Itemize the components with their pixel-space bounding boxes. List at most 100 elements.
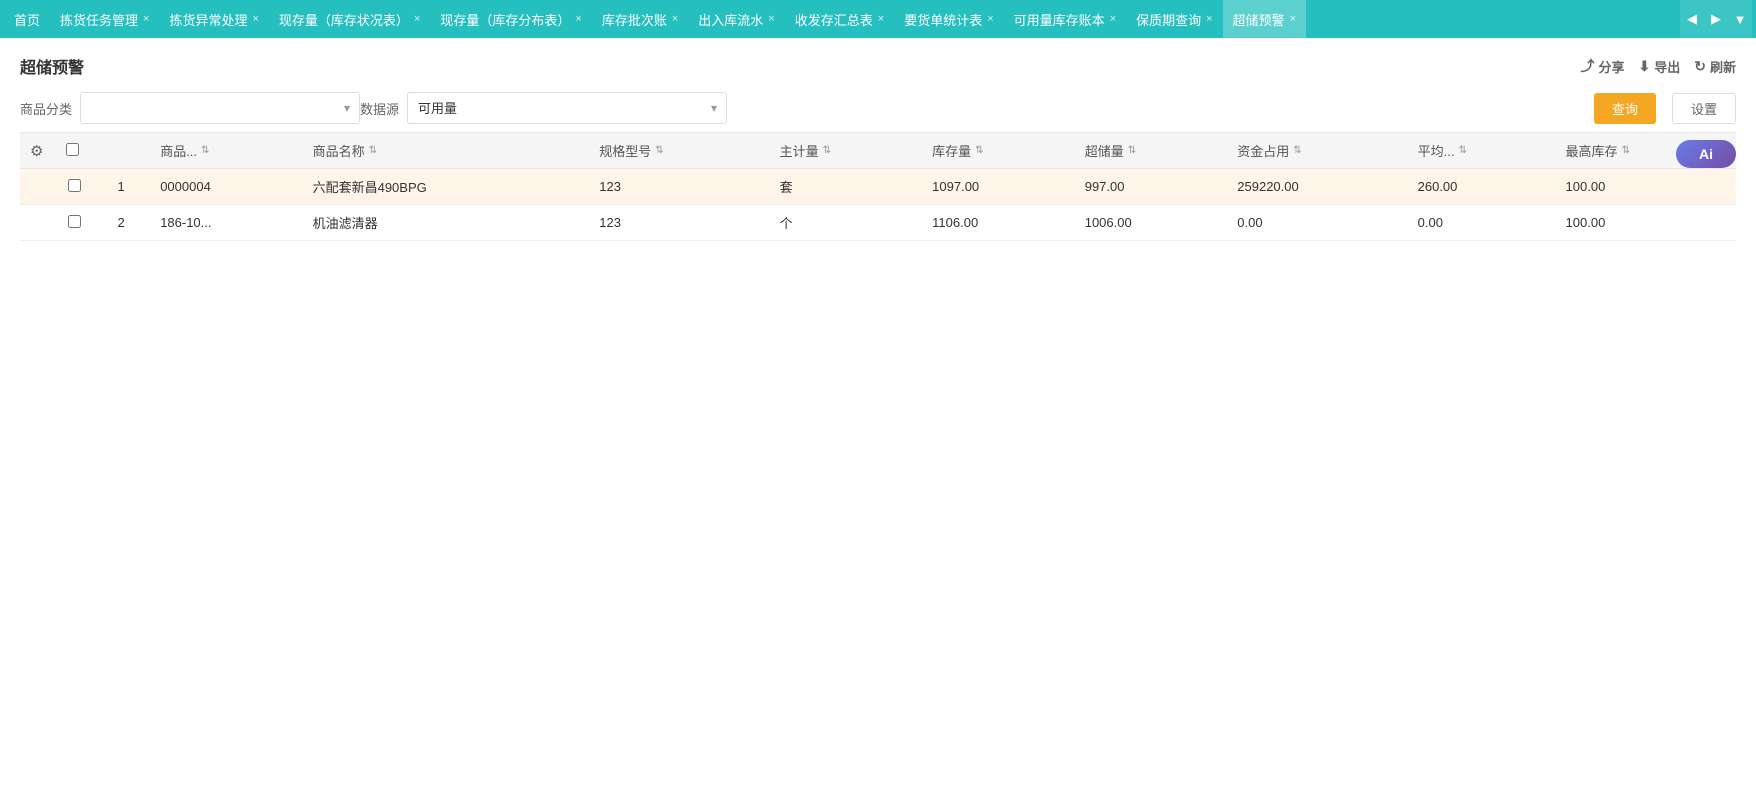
row-checkbox[interactable] xyxy=(68,215,81,228)
nav-overflow-warning[interactable]: 超储预警 × xyxy=(1223,0,1306,38)
ai-badge[interactable]: Ai xyxy=(1676,140,1736,168)
sort-icon-stock: ⇅ xyxy=(975,145,983,156)
nav-stock-dist[interactable]: 现存量（库存分布表） × xyxy=(430,0,591,38)
sort-icon-avg: ⇅ xyxy=(1458,145,1466,156)
nav-summary-label: 收发存汇总表 xyxy=(795,10,873,29)
nav-expiry[interactable]: 保质期查询 × xyxy=(1126,0,1222,38)
nav-demand-stat-close[interactable]: × xyxy=(987,13,993,25)
nav-summary[interactable]: 收发存汇总表 × xyxy=(785,0,894,38)
cell-name: 六配套新昌490BPG xyxy=(303,169,590,205)
page-header: 超储预警 ⤴ 分享 ⬇ 导出 ↻ 刷新 xyxy=(20,54,1736,78)
table-body: 1 0000004 六配套新昌490BPG 123 套 1097.00 997.… xyxy=(20,169,1736,241)
nav-batch-account[interactable]: 库存批次账 × xyxy=(592,0,688,38)
th-num xyxy=(92,133,150,169)
cell-checkbox[interactable] xyxy=(56,205,92,241)
cell-avg: 260.00 xyxy=(1408,169,1556,205)
nav-available-ledger-label: 可用量库存账本 xyxy=(1014,10,1105,29)
category-select-wrapper xyxy=(80,92,360,124)
nav-stock-status-close[interactable]: × xyxy=(414,13,420,25)
row-checkbox[interactable] xyxy=(68,179,81,192)
nav-inout-flow[interactable]: 出入库流水 × xyxy=(688,0,784,38)
settings-button[interactable]: 设置 xyxy=(1672,93,1736,124)
th-checkbox xyxy=(56,133,92,169)
nav-batch-account-close[interactable]: × xyxy=(672,13,678,25)
nav-more[interactable]: ▼ xyxy=(1728,0,1752,38)
cell-settings xyxy=(20,169,56,205)
cell-checkbox[interactable] xyxy=(56,169,92,205)
nav-pick-exception-label: 拣货异常处理 xyxy=(169,10,247,29)
cell-code: 186-10... xyxy=(150,205,302,241)
nav-arrows: ◀ ▶ ▼ xyxy=(1680,0,1752,38)
select-all-checkbox[interactable] xyxy=(66,143,79,156)
nav-inout-flow-close[interactable]: × xyxy=(768,13,774,25)
th-avg[interactable]: 平均... ⇅ xyxy=(1408,133,1556,169)
nav-demand-stat[interactable]: 要货单统计表 × xyxy=(894,0,1003,38)
datasource-filter: 数据源 可用量 库存量 xyxy=(360,92,727,124)
ai-label: Ai xyxy=(1699,146,1713,162)
th-unit[interactable]: 主计量 ⇅ xyxy=(770,133,923,169)
category-select[interactable] xyxy=(80,92,360,124)
top-nav: 首页 拣货任务管理 × 拣货异常处理 × 现存量（库存状况表） × 现存量（库存… xyxy=(0,0,1756,38)
gear-icon[interactable]: ⚙ xyxy=(30,143,43,160)
nav-overflow-warning-close[interactable]: × xyxy=(1290,13,1296,25)
th-name[interactable]: 商品名称 ⇅ xyxy=(303,133,590,169)
th-stock[interactable]: 库存量 ⇅ xyxy=(922,133,1075,169)
nav-home[interactable]: 首页 xyxy=(4,0,50,38)
datasource-select-wrapper: 可用量 库存量 xyxy=(407,92,727,124)
nav-overflow-warning-label: 超储预警 xyxy=(1233,10,1285,29)
share-button[interactable]: ⤴ 分享 xyxy=(1580,56,1624,76)
cell-unit: 套 xyxy=(770,169,923,205)
page-title: 超储预警 xyxy=(20,54,84,78)
export-label: 导出 xyxy=(1654,57,1680,76)
nav-summary-close[interactable]: × xyxy=(878,13,884,25)
refresh-button[interactable]: ↻ 刷新 xyxy=(1694,57,1736,76)
cell-code: 0000004 xyxy=(150,169,302,205)
sort-icon-capital: ⇅ xyxy=(1293,145,1301,156)
nav-stock-dist-label: 现存量（库存分布表） xyxy=(440,10,570,29)
table-row: 1 0000004 六配套新昌490BPG 123 套 1097.00 997.… xyxy=(20,169,1736,205)
datasource-select[interactable]: 可用量 库存量 xyxy=(407,92,727,124)
data-table: ⚙ 商品... ⇅ 商品名称 ⇅ xyxy=(20,132,1736,241)
sort-icon-code: ⇅ xyxy=(201,145,209,156)
th-capital[interactable]: 资金占用 ⇅ xyxy=(1227,133,1407,169)
th-overflow[interactable]: 超储量 ⇅ xyxy=(1075,133,1228,169)
th-code[interactable]: 商品... ⇅ xyxy=(150,133,302,169)
nav-expiry-close[interactable]: × xyxy=(1206,13,1212,25)
nav-stock-status[interactable]: 现存量（库存状况表） × xyxy=(269,0,430,38)
sort-icon-spec: ⇅ xyxy=(655,145,663,156)
filter-row: 商品分类 数据源 可用量 库存量 查询 设置 xyxy=(20,92,1736,124)
query-button[interactable]: 查询 xyxy=(1594,93,1656,124)
nav-available-ledger[interactable]: 可用量库存账本 × xyxy=(1004,0,1126,38)
refresh-label: 刷新 xyxy=(1710,57,1736,76)
th-spec[interactable]: 规格型号 ⇅ xyxy=(589,133,769,169)
category-filter: 商品分类 xyxy=(20,92,360,124)
nav-stock-status-label: 现存量（库存状况表） xyxy=(279,10,409,29)
nav-stock-dist-close[interactable]: × xyxy=(575,13,581,25)
refresh-icon: ↻ xyxy=(1694,58,1706,75)
th-settings: ⚙ xyxy=(20,133,56,169)
filter-buttons: 查询 设置 xyxy=(1594,93,1736,124)
cell-num: 2 xyxy=(92,205,150,241)
cell-capital: 0.00 xyxy=(1227,205,1407,241)
nav-pick-task[interactable]: 拣货任务管理 × xyxy=(50,0,159,38)
nav-available-ledger-close[interactable]: × xyxy=(1110,13,1116,25)
cell-overflow: 997.00 xyxy=(1075,169,1228,205)
nav-demand-stat-label: 要货单统计表 xyxy=(904,10,982,29)
sort-icon-maxstock: ⇅ xyxy=(1622,145,1630,156)
table-header-row: ⚙ 商品... ⇅ 商品名称 ⇅ xyxy=(20,133,1736,169)
nav-inout-flow-label: 出入库流水 xyxy=(698,10,763,29)
export-icon: ⬇ xyxy=(1639,58,1651,75)
table-row: 2 186-10... 机油滤清器 123 个 1106.00 1006.00 … xyxy=(20,205,1736,241)
nav-home-label: 首页 xyxy=(14,10,40,29)
nav-next[interactable]: ▶ xyxy=(1704,0,1728,38)
cell-overflow: 1006.00 xyxy=(1075,205,1228,241)
cell-num: 1 xyxy=(92,169,150,205)
nav-batch-account-label: 库存批次账 xyxy=(602,10,667,29)
export-button[interactable]: ⬇ 导出 xyxy=(1639,57,1681,76)
cell-settings xyxy=(20,205,56,241)
nav-pick-exception-close[interactable]: × xyxy=(252,13,258,25)
nav-pick-task-close[interactable]: × xyxy=(143,13,149,25)
nav-prev[interactable]: ◀ xyxy=(1680,0,1704,38)
cell-name: 机油滤清器 xyxy=(303,205,590,241)
nav-pick-exception[interactable]: 拣货异常处理 × xyxy=(159,0,268,38)
